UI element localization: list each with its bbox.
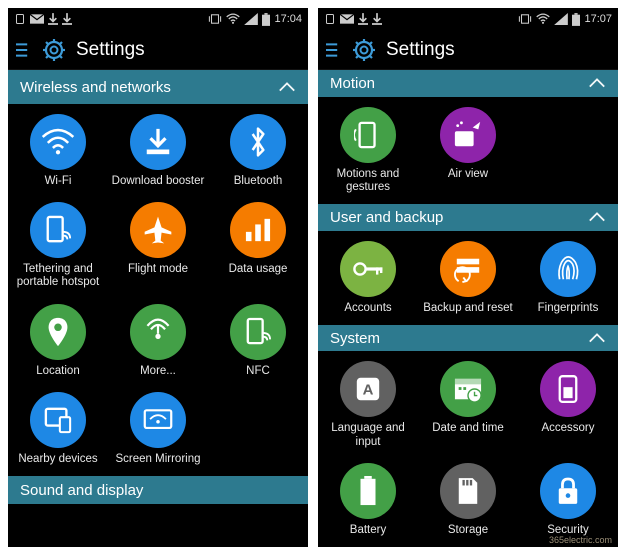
cell-label: Battery (350, 524, 386, 537)
status-time: 17:04 (274, 13, 302, 25)
gear-icon (352, 38, 376, 62)
section-wireless[interactable]: Wireless and networks (8, 70, 308, 104)
cell-label: Location (36, 365, 79, 378)
cell-label: Bluetooth (234, 175, 283, 188)
cell-empty (518, 101, 618, 202)
status-bar: 17:04 (8, 8, 308, 30)
cell-label: Date and time (432, 422, 504, 435)
battery-icon (572, 13, 580, 26)
title-bar: Settings (318, 30, 618, 70)
cell-bluetooth[interactable]: Bluetooth (208, 108, 308, 196)
phone-right: 17:07 Settings Motion Motions and gestur… (318, 8, 618, 547)
section-motion[interactable]: Motion (318, 70, 618, 97)
grid-system: A Language and input Date and time Access… (318, 351, 618, 547)
cell-label: Fingerprints (538, 302, 599, 315)
page-title: Settings (386, 39, 455, 61)
grid-motion: Motions and gestures Air view (318, 97, 618, 204)
cell-motions[interactable]: Motions and gestures (318, 101, 418, 202)
cell-storage[interactable]: Storage (418, 457, 518, 545)
cell-airview[interactable]: Air view (418, 101, 518, 202)
section-label: System (330, 330, 380, 347)
cell-label: Backup and reset (423, 302, 513, 315)
cell-backup[interactable]: Backup and reset (418, 235, 518, 323)
status-time: 17:07 (584, 13, 612, 25)
cell-location[interactable]: Location (8, 298, 108, 386)
title-bar: Settings (8, 30, 308, 70)
cell-label: Air view (448, 168, 488, 181)
cell-label: Language and input (320, 422, 416, 448)
cell-mirror[interactable]: Screen Mirroring (108, 386, 208, 474)
cell-wifi[interactable]: Wi-Fi (8, 108, 108, 196)
signal-icon (554, 13, 568, 25)
chevron-up-icon (588, 211, 606, 223)
vibrate-icon (208, 13, 222, 25)
cell-label: More... (140, 365, 176, 378)
download-icon (358, 13, 368, 25)
cell-label: NFC (246, 365, 270, 378)
cell-battery[interactable]: Battery (318, 457, 418, 545)
status-bar: 17:07 (318, 8, 618, 30)
menu-icon[interactable] (326, 42, 342, 58)
download-icon (48, 13, 58, 25)
battery-icon (262, 13, 270, 26)
section-system[interactable]: System (318, 325, 618, 352)
gear-icon (42, 38, 66, 62)
cell-language[interactable]: A Language and input (318, 355, 418, 456)
cell-label: Download booster (112, 175, 205, 188)
cell-label: Storage (448, 524, 488, 537)
download-icon-2 (372, 13, 382, 25)
cell-more[interactable]: More... (108, 298, 208, 386)
cell-empty (208, 386, 308, 474)
section-label: Motion (330, 75, 375, 92)
wifi-icon (536, 13, 550, 25)
download-icon-2 (62, 13, 72, 25)
cell-label: Wi-Fi (45, 175, 72, 188)
phone-left: 17:04 Settings Wireless and networks Wi-… (8, 8, 308, 547)
svg-text:A: A (363, 382, 374, 399)
cell-fingerprints[interactable]: Fingerprints (518, 235, 618, 323)
section-label: Wireless and networks (20, 79, 171, 96)
section-sound[interactable]: Sound and display (8, 476, 308, 504)
grid-user: Accounts Backup and reset Fingerprints (318, 231, 618, 325)
chevron-up-icon (278, 81, 296, 93)
cell-label: Motions and gestures (320, 168, 416, 194)
sim-icon (14, 13, 26, 25)
menu-icon[interactable] (16, 42, 32, 58)
cell-download-booster[interactable]: Download booster (108, 108, 208, 196)
mail-icon (30, 14, 44, 24)
section-label: Sound and display (20, 482, 143, 499)
cell-label: Nearby devices (18, 453, 97, 466)
cell-security[interactable]: Security (518, 457, 618, 545)
cell-tethering[interactable]: Tethering and portable hotspot (8, 196, 108, 297)
cell-date[interactable]: Date and time (418, 355, 518, 456)
cell-label: Screen Mirroring (116, 453, 201, 466)
cell-label: Data usage (229, 263, 288, 276)
cell-data-usage[interactable]: Data usage (208, 196, 308, 297)
grid-wireless: Wi-Fi Download booster Bluetooth Tetheri… (8, 104, 308, 476)
cell-label: Accounts (344, 302, 391, 315)
cell-label: Accessory (541, 422, 594, 435)
wifi-icon (226, 13, 240, 25)
signal-icon (244, 13, 258, 25)
section-user[interactable]: User and backup (318, 204, 618, 231)
cell-nearby[interactable]: Nearby devices (8, 386, 108, 474)
page-title: Settings (76, 39, 145, 61)
chevron-up-icon (588, 77, 606, 89)
vibrate-icon (518, 13, 532, 25)
cell-nfc[interactable]: NFC (208, 298, 308, 386)
watermark: 365electric.com (549, 535, 612, 545)
cell-accessory[interactable]: Accessory (518, 355, 618, 456)
cell-label: Tethering and portable hotspot (10, 263, 106, 289)
mail-icon (340, 14, 354, 24)
sim-icon (324, 13, 336, 25)
cell-flight[interactable]: Flight mode (108, 196, 208, 297)
chevron-up-icon (588, 332, 606, 344)
cell-label: Flight mode (128, 263, 188, 276)
section-label: User and backup (330, 209, 443, 226)
cell-accounts[interactable]: Accounts (318, 235, 418, 323)
